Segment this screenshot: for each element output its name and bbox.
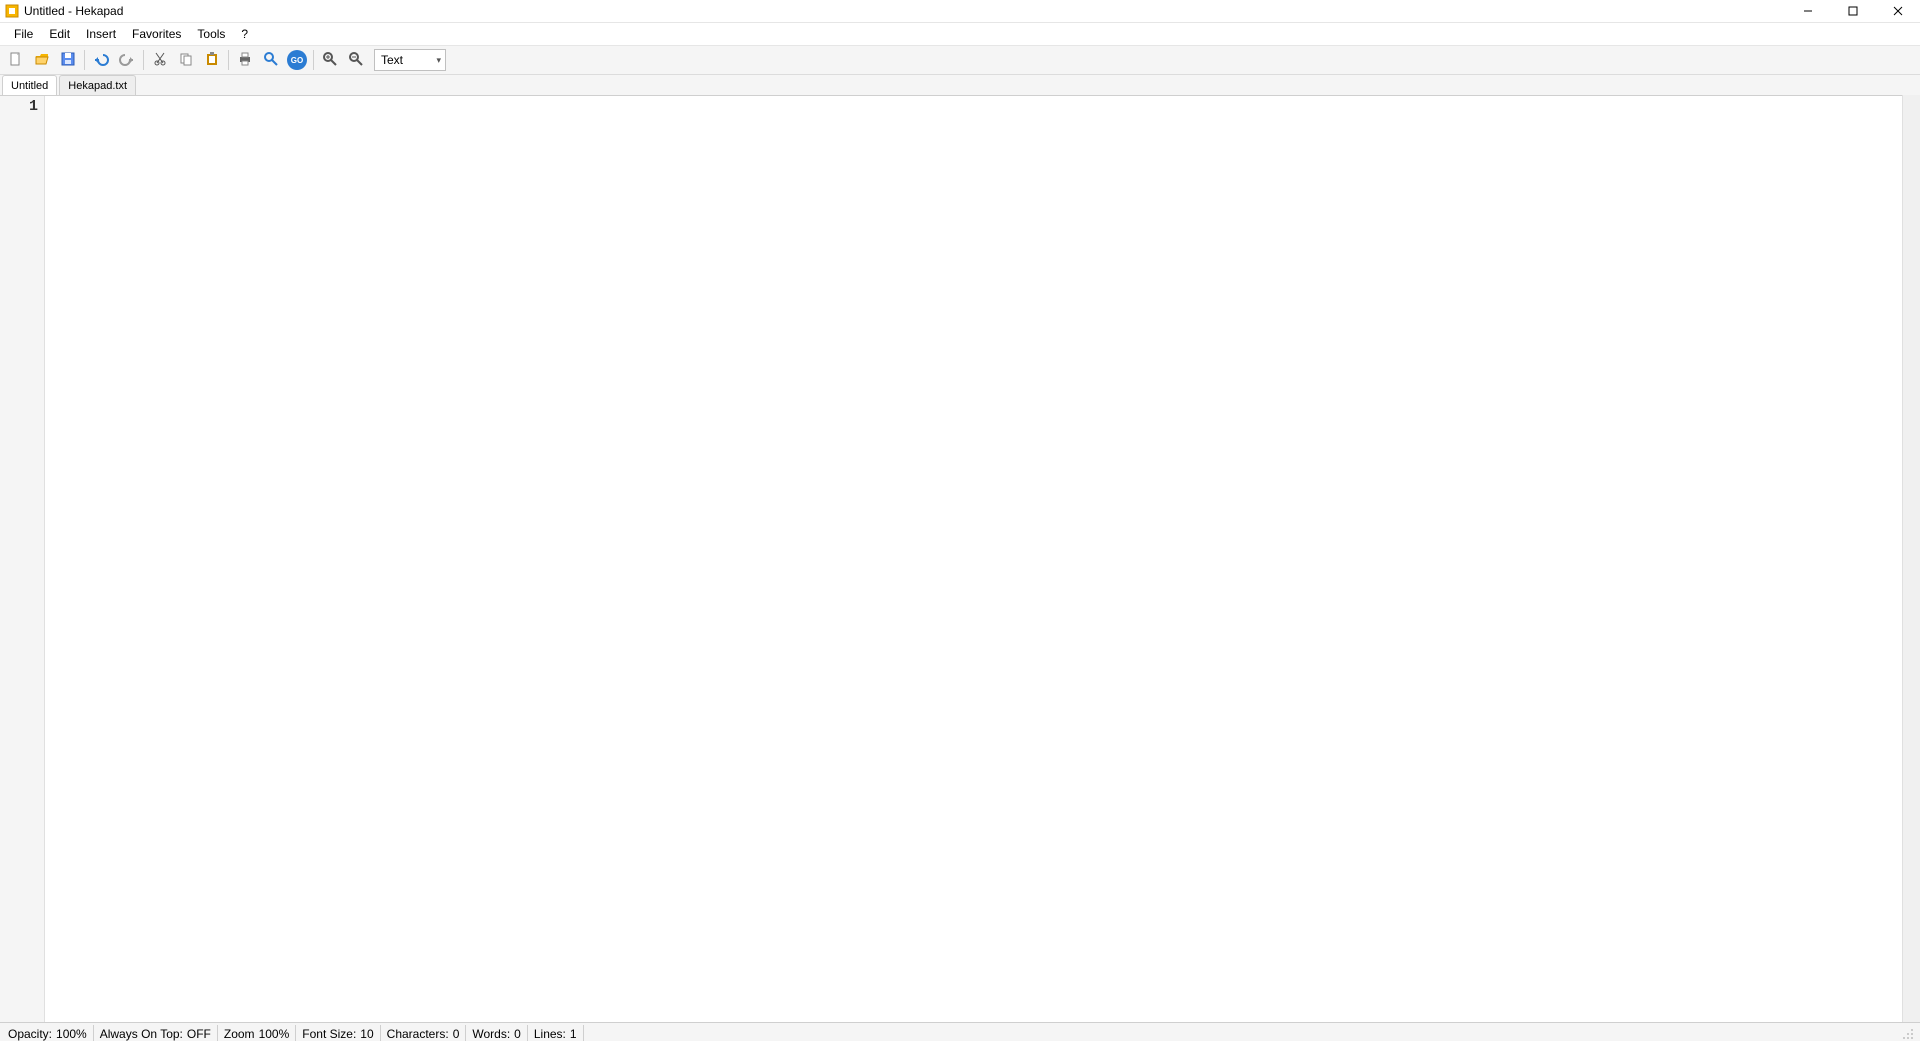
status-bar: Opacity: 100% Always On Top: OFF Zoom 10… bbox=[0, 1022, 1920, 1041]
status-aot-value: OFF bbox=[187, 1027, 211, 1041]
paste-button[interactable] bbox=[200, 48, 224, 72]
menu-edit[interactable]: Edit bbox=[41, 25, 78, 43]
zoom-in-icon bbox=[322, 51, 338, 70]
print-icon bbox=[237, 51, 253, 70]
close-button[interactable] bbox=[1875, 0, 1920, 22]
chevron-down-icon: ▾ bbox=[436, 55, 441, 66]
status-lines-label: Lines: bbox=[534, 1027, 566, 1041]
status-always-on-top: Always On Top: OFF bbox=[94, 1025, 218, 1041]
menu-file[interactable]: File bbox=[6, 25, 41, 43]
open-folder-icon bbox=[34, 51, 50, 70]
new-file-icon bbox=[8, 51, 24, 70]
undo-icon bbox=[93, 51, 109, 70]
menu-help[interactable]: ? bbox=[233, 25, 256, 43]
print-button[interactable] bbox=[233, 48, 257, 72]
toolbar-separator bbox=[143, 50, 144, 70]
go-icon: GO bbox=[287, 50, 307, 70]
toolbar-separator bbox=[84, 50, 85, 70]
copy-icon bbox=[178, 51, 194, 70]
resize-grip-icon[interactable] bbox=[1900, 1026, 1916, 1041]
status-font-size: Font Size: 10 bbox=[296, 1025, 380, 1041]
status-fontsize-label: Font Size: bbox=[302, 1027, 356, 1041]
status-words-label: Words: bbox=[472, 1027, 510, 1041]
status-characters: Characters: 0 bbox=[381, 1025, 467, 1041]
status-words: Words: 0 bbox=[466, 1025, 527, 1041]
status-fontsize-value: 10 bbox=[360, 1027, 373, 1041]
copy-button[interactable] bbox=[174, 48, 198, 72]
status-aot-label: Always On Top: bbox=[100, 1027, 183, 1041]
status-chars-value: 0 bbox=[453, 1027, 460, 1041]
vertical-scrollbar[interactable] bbox=[1902, 95, 1920, 1022]
zoom-out-button[interactable] bbox=[344, 48, 368, 72]
save-button[interactable] bbox=[56, 48, 80, 72]
status-lines: Lines: 1 bbox=[528, 1025, 584, 1041]
zoom-in-button[interactable] bbox=[318, 48, 342, 72]
redo-icon bbox=[119, 51, 135, 70]
goto-line-button[interactable]: GO bbox=[285, 48, 309, 72]
tab-hekapad-txt[interactable]: Hekapad.txt bbox=[59, 75, 136, 95]
status-zoom: Zoom 100% bbox=[218, 1025, 296, 1041]
maximize-button[interactable] bbox=[1830, 0, 1875, 22]
find-icon bbox=[263, 51, 279, 70]
zoom-out-icon bbox=[348, 51, 364, 70]
line-number: 1 bbox=[0, 98, 38, 115]
tab-untitled[interactable]: Untitled bbox=[2, 75, 57, 95]
line-number-gutter: 1 bbox=[0, 96, 45, 1022]
save-icon bbox=[60, 51, 76, 70]
redo-button[interactable] bbox=[115, 48, 139, 72]
new-file-button[interactable] bbox=[4, 48, 28, 72]
open-file-button[interactable] bbox=[30, 48, 54, 72]
toolbar-separator bbox=[313, 50, 314, 70]
status-words-value: 0 bbox=[514, 1027, 521, 1041]
status-opacity-value: 100% bbox=[56, 1027, 87, 1041]
menu-bar: File Edit Insert Favorites Tools ? bbox=[0, 23, 1920, 46]
title-bar: Untitled - Hekapad bbox=[0, 0, 1920, 23]
toolbar: GO Text ▾ bbox=[0, 46, 1920, 75]
status-zoom-label: Zoom bbox=[224, 1027, 255, 1041]
find-button[interactable] bbox=[259, 48, 283, 72]
syntax-select-value: Text bbox=[381, 53, 403, 67]
tab-strip: Untitled Hekapad.txt bbox=[0, 75, 1920, 95]
status-opacity-label: Opacity: bbox=[8, 1027, 52, 1041]
minimize-button[interactable] bbox=[1785, 0, 1830, 22]
window-title: Untitled - Hekapad bbox=[24, 4, 123, 18]
menu-favorites[interactable]: Favorites bbox=[124, 25, 189, 43]
undo-button[interactable] bbox=[89, 48, 113, 72]
toolbar-separator bbox=[228, 50, 229, 70]
text-area[interactable] bbox=[45, 96, 1902, 1022]
status-lines-value: 1 bbox=[570, 1027, 577, 1041]
cut-icon bbox=[152, 51, 168, 70]
menu-insert[interactable]: Insert bbox=[78, 25, 124, 43]
app-icon bbox=[4, 3, 20, 19]
paste-icon bbox=[204, 51, 220, 70]
status-zoom-value: 100% bbox=[259, 1027, 290, 1041]
syntax-select[interactable]: Text ▾ bbox=[374, 49, 446, 71]
editor: 1 bbox=[0, 95, 1902, 1022]
menu-tools[interactable]: Tools bbox=[189, 25, 233, 43]
cut-button[interactable] bbox=[148, 48, 172, 72]
status-chars-label: Characters: bbox=[387, 1027, 449, 1041]
status-opacity: Opacity: 100% bbox=[2, 1025, 94, 1041]
